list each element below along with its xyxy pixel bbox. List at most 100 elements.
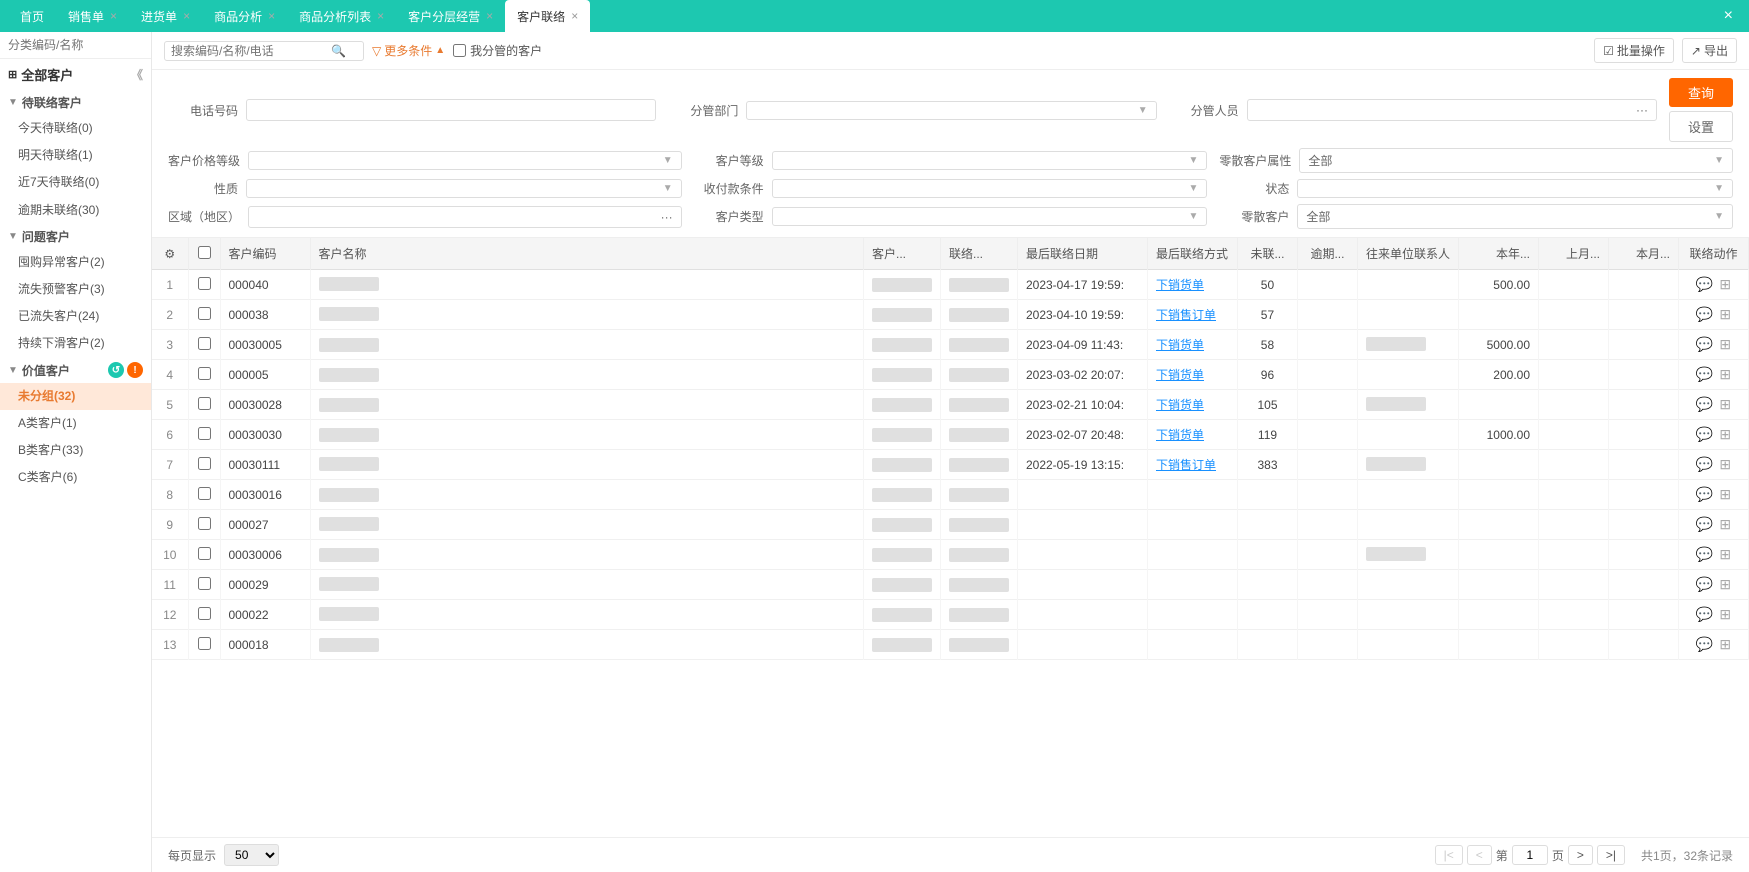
message-icon[interactable]: 💬 <box>1696 606 1713 623</box>
sidebar-item-class-c[interactable]: C类客户(6) <box>0 464 151 491</box>
reset-button[interactable]: 设置 <box>1669 111 1733 142</box>
row-checkbox[interactable] <box>198 307 211 320</box>
grid-action-icon[interactable]: ⊞ <box>1719 366 1731 383</box>
sidebar-all-customers[interactable]: ⊞ 全部客户 《 <box>0 59 151 90</box>
sidebar-group-pending[interactable]: ▼ 待联络客户 <box>0 90 151 115</box>
row-checkbox-cell[interactable] <box>188 330 220 360</box>
message-icon[interactable]: 💬 <box>1696 456 1713 473</box>
more-conditions-button[interactable]: ▽ 更多条件 ▲ <box>372 42 445 59</box>
row-checkbox-cell[interactable] <box>188 300 220 330</box>
tab-customer-contact[interactable]: 客户联络 × <box>505 0 590 32</box>
filter-payment-select[interactable]: ▼ <box>772 179 1208 198</box>
sidebar-item-overdue[interactable]: 逾期未联络(30) <box>0 197 151 224</box>
message-icon[interactable]: 💬 <box>1696 636 1713 653</box>
check-col-header[interactable] <box>188 238 220 270</box>
row-checkbox-cell[interactable] <box>188 480 220 510</box>
filter-search-input[interactable] <box>171 44 331 58</box>
next-page-button[interactable]: > <box>1568 845 1593 865</box>
search-icon[interactable]: 🔍 <box>331 44 346 58</box>
tab-purchase-order[interactable]: 进货单 × <box>129 0 202 32</box>
close-icon[interactable]: × <box>268 9 275 23</box>
close-icon[interactable]: × <box>486 9 493 23</box>
sidebar-item-today[interactable]: 今天待联络(0) <box>0 115 151 142</box>
select-all-checkbox[interactable] <box>198 246 211 259</box>
message-icon[interactable]: 💬 <box>1696 546 1713 563</box>
filter-price-select[interactable]: ▼ <box>248 151 682 170</box>
grid-action-icon[interactable]: ⊞ <box>1719 606 1731 623</box>
row-checkbox[interactable] <box>198 547 211 560</box>
prev-page-button[interactable]: < <box>1467 845 1492 865</box>
row-checkbox-cell[interactable] <box>188 540 220 570</box>
close-icon[interactable]: × <box>183 9 190 23</box>
grid-action-icon[interactable]: ⊞ <box>1719 516 1731 533</box>
row-checkbox-cell[interactable] <box>188 600 220 630</box>
row-checkbox-cell[interactable] <box>188 360 220 390</box>
collapse-icon[interactable]: 《 <box>131 66 143 83</box>
message-icon[interactable]: 💬 <box>1696 516 1713 533</box>
query-button[interactable]: 查询 <box>1669 78 1733 107</box>
row-checkbox-cell[interactable] <box>188 630 220 660</box>
last-way-link[interactable]: 下销货单 <box>1156 338 1204 352</box>
row-checkbox-cell[interactable] <box>188 450 220 480</box>
filter-phone-input[interactable] <box>246 99 656 121</box>
close-icon[interactable]: × <box>110 9 117 23</box>
sidebar-item-abnormal[interactable]: 囤购异常客户(2) <box>0 249 151 276</box>
row-checkbox[interactable] <box>198 397 211 410</box>
row-checkbox[interactable] <box>198 607 211 620</box>
row-checkbox-cell[interactable] <box>188 570 220 600</box>
close-icon[interactable]: × <box>377 9 384 23</box>
message-icon[interactable]: 💬 <box>1696 276 1713 293</box>
message-icon[interactable]: 💬 <box>1696 336 1713 353</box>
grid-action-icon[interactable]: ⊞ <box>1719 486 1731 503</box>
tab-customer-layered[interactable]: 客户分层经营 × <box>396 0 505 32</box>
sidebar-item-lost[interactable]: 已流失客户(24) <box>0 303 151 330</box>
filter-status-select[interactable]: ▼ <box>1297 179 1733 198</box>
grid-action-icon[interactable]: ⊞ <box>1719 426 1731 443</box>
message-icon[interactable]: 💬 <box>1696 486 1713 503</box>
grid-action-icon[interactable]: ⊞ <box>1719 336 1731 353</box>
grid-action-icon[interactable]: ⊞ <box>1719 306 1731 323</box>
row-checkbox-cell[interactable] <box>188 420 220 450</box>
row-checkbox[interactable] <box>198 277 211 290</box>
grid-action-icon[interactable]: ⊞ <box>1719 576 1731 593</box>
grid-action-icon[interactable]: ⊞ <box>1719 546 1731 563</box>
batch-operation-button[interactable]: ☑ 批量操作 <box>1594 38 1674 63</box>
tab-sales-order[interactable]: 销售单 × <box>56 0 129 32</box>
tab-product-analysis-list[interactable]: 商品分析列表 × <box>287 0 396 32</box>
last-way-link[interactable]: 下销货单 <box>1156 398 1204 412</box>
row-checkbox-cell[interactable] <box>188 390 220 420</box>
sidebar-search-input[interactable] <box>8 38 152 52</box>
row-checkbox-cell[interactable] <box>188 510 220 540</box>
page-size-select[interactable]: 50 100 200 <box>224 844 279 866</box>
my-customers-checkbox[interactable]: 我分管的客户 <box>453 42 542 59</box>
filter-cust-level-select[interactable]: ▼ <box>772 151 1208 170</box>
row-checkbox[interactable] <box>198 517 211 530</box>
row-checkbox[interactable] <box>198 637 211 650</box>
row-checkbox[interactable] <box>198 367 211 380</box>
row-checkbox[interactable] <box>198 457 211 470</box>
sidebar-item-declining[interactable]: 持续下滑客户(2) <box>0 330 151 357</box>
sidebar-item-tomorrow[interactable]: 明天待联络(1) <box>0 142 151 169</box>
last-way-link[interactable]: 下销售订单 <box>1156 308 1216 322</box>
last-way-link[interactable]: 下销货单 <box>1156 428 1204 442</box>
filter-cust-type-select[interactable]: ▼ <box>772 207 1208 226</box>
last-way-link[interactable]: 下销货单 <box>1156 278 1204 292</box>
grid-action-icon[interactable]: ⊞ <box>1719 456 1731 473</box>
page-number-input[interactable] <box>1512 845 1548 865</box>
last-page-button[interactable]: >| <box>1597 845 1625 865</box>
tab-home[interactable]: 首页 <box>8 0 56 32</box>
sidebar-item-class-a[interactable]: A类客户(1) <box>0 410 151 437</box>
sidebar-item-class-b[interactable]: B类客户(33) <box>0 437 151 464</box>
sidebar-item-ungrouped[interactable]: 未分组(32) <box>0 383 151 410</box>
message-icon[interactable]: 💬 <box>1696 426 1713 443</box>
filter-retail-attr-select[interactable]: 全部 ▼ <box>1299 148 1733 173</box>
close-icon[interactable]: × <box>571 9 578 23</box>
sidebar-group-problem[interactable]: ▼ 问题客户 <box>0 224 151 249</box>
settings-col-header[interactable]: ⚙ <box>152 238 188 270</box>
filter-nature-select[interactable]: ▼ <box>246 179 682 198</box>
first-page-button[interactable]: |< <box>1435 845 1463 865</box>
row-checkbox[interactable] <box>198 487 211 500</box>
last-way-link[interactable]: 下销售订单 <box>1156 458 1216 472</box>
row-checkbox[interactable] <box>198 577 211 590</box>
export-button[interactable]: ↗ 导出 <box>1682 38 1737 63</box>
